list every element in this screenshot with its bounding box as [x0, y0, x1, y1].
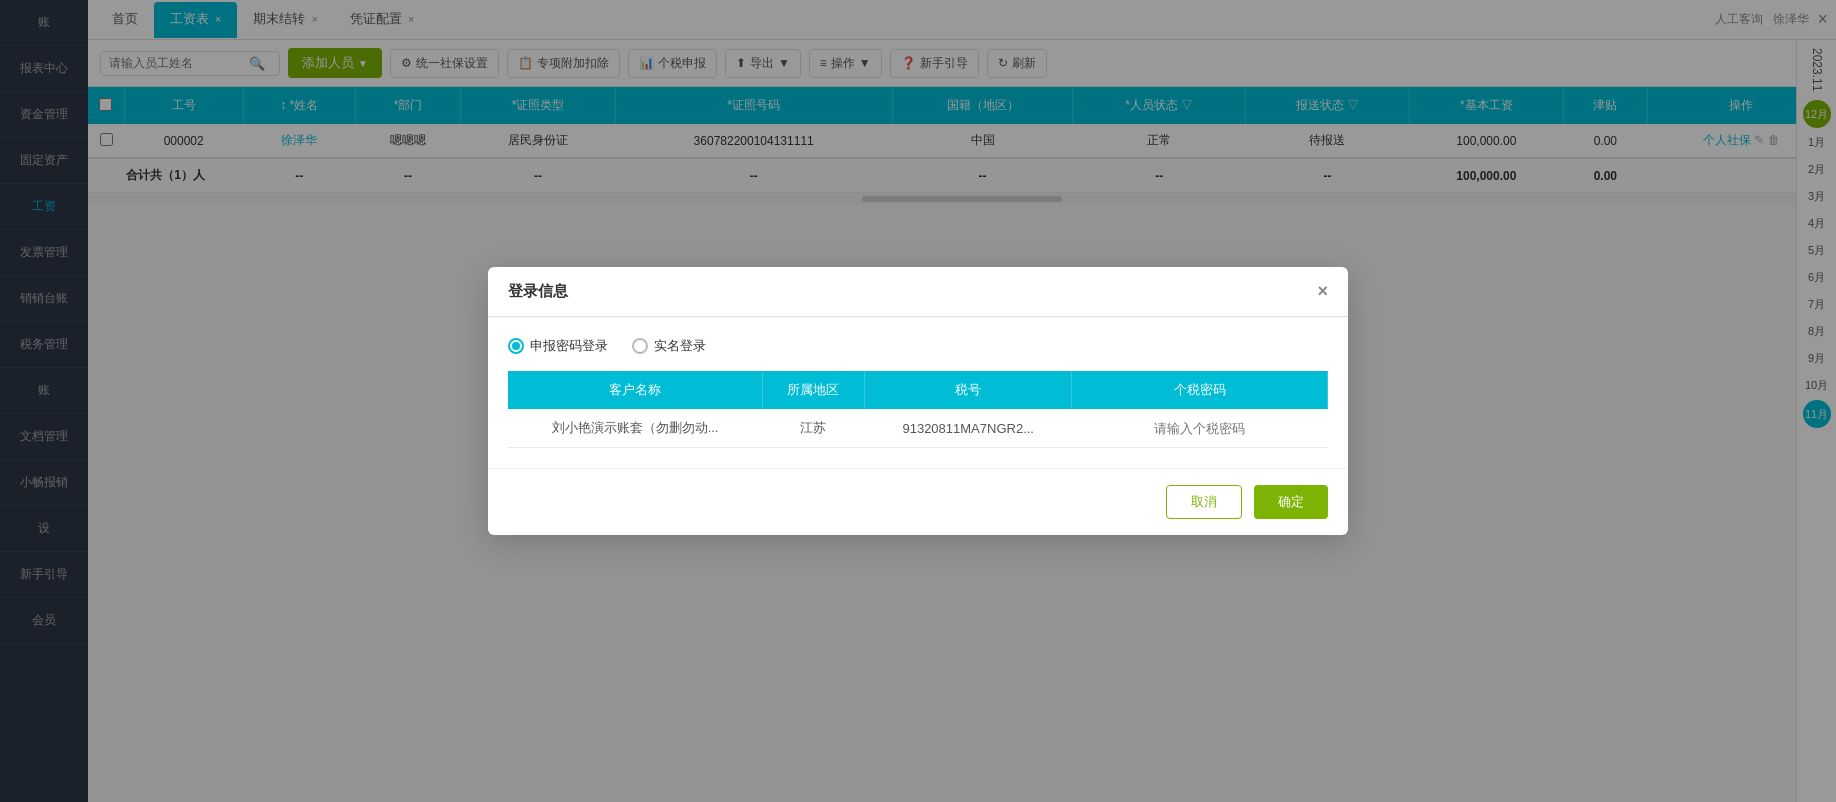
dialog-table: 客户名称 所属地区 税号 个税密码 刘小艳演示账套（勿删勿动... 江苏 913… — [508, 371, 1328, 448]
dialog-row-tax-number: 91320811MA7NGR2... — [865, 409, 1072, 448]
radio-password-label: 申报密码登录 — [530, 337, 608, 355]
radio-realname-label: 实名登录 — [654, 337, 706, 355]
dialog-close-button[interactable]: × — [1317, 281, 1328, 302]
radio-password-login[interactable]: 申报密码登录 — [508, 337, 608, 355]
dialog-col-region: 所属地区 — [762, 371, 865, 409]
cancel-button[interactable]: 取消 — [1166, 485, 1242, 519]
dialog-col-tax-number: 税号 — [865, 371, 1072, 409]
dialog-table-row: 刘小艳演示账套（勿删勿动... 江苏 91320811MA7NGR2... — [508, 409, 1328, 448]
dialog-col-client: 客户名称 — [508, 371, 762, 409]
radio-password-icon — [508, 338, 524, 354]
login-type-radio-group: 申报密码登录 实名登录 — [508, 337, 1328, 355]
dialog-body: 申报密码登录 实名登录 客户名称 所属地区 税号 个税密码 — [488, 317, 1348, 468]
dialog-header: 登录信息 × — [488, 267, 1348, 317]
radio-realname-icon — [632, 338, 648, 354]
dialog-row-region: 江苏 — [762, 409, 865, 448]
radio-realname-login[interactable]: 实名登录 — [632, 337, 706, 355]
dialog-row-password-input[interactable] — [1072, 409, 1328, 448]
dialog-title: 登录信息 — [508, 282, 568, 301]
login-info-dialog: 登录信息 × 申报密码登录 实名登录 客户名称 — [488, 267, 1348, 535]
dialog-footer: 取消 确定 — [488, 468, 1348, 535]
confirm-button[interactable]: 确定 — [1254, 485, 1328, 519]
dialog-col-password: 个税密码 — [1072, 371, 1328, 409]
password-field[interactable] — [1084, 421, 1316, 436]
dialog-overlay: 登录信息 × 申报密码登录 实名登录 客户名称 — [0, 0, 1836, 802]
dialog-row-client-name: 刘小艳演示账套（勿删勿动... — [508, 409, 762, 448]
